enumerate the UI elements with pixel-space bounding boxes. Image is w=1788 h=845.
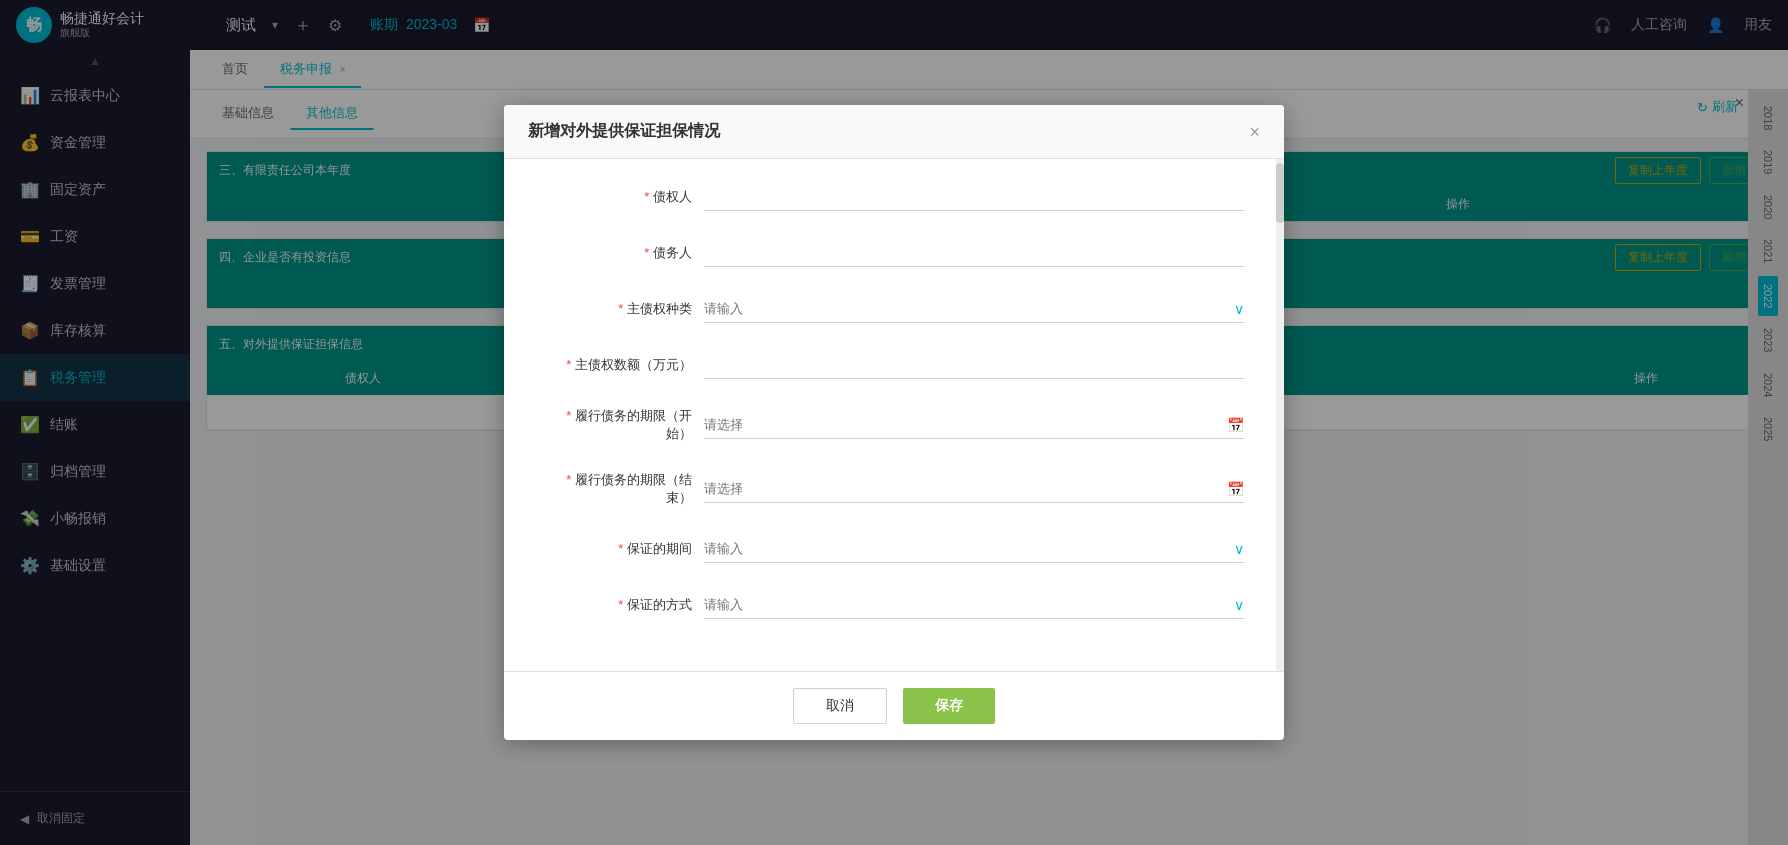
cancel-button[interactable]: 取消	[793, 688, 887, 724]
modal-title: 新增对外提供保证担保情况	[528, 121, 720, 142]
modal-header: 新增对外提供保证担保情况 ×	[504, 105, 1284, 159]
input-guarantee-period[interactable]	[704, 535, 1234, 562]
form-row-creditor-amount: * 主债权数额（万元）	[544, 351, 1244, 379]
modal-footer: 取消 保存	[504, 671, 1284, 740]
input-guarantee-method[interactable]	[704, 591, 1234, 618]
dropdown-arrow-guarantee-method: ∨	[1234, 597, 1244, 613]
modal-dialog: 新增对外提供保证担保情况 × * 债权人 * 债务人	[504, 105, 1284, 740]
required-star-debtor: *	[644, 245, 649, 260]
date-wrap-period-end[interactable]: 📅	[704, 475, 1244, 503]
input-creditor-type[interactable]	[704, 295, 1234, 322]
form-row-creditor: * 债权人	[544, 183, 1244, 211]
label-debtor: * 债务人	[544, 244, 704, 262]
form-row-creditor-type: * 主债权种类 ∨	[544, 295, 1244, 323]
input-debtor[interactable]	[704, 239, 1244, 267]
modal-overlay: 新增对外提供保证担保情况 × * 债权人 * 债务人	[0, 0, 1788, 845]
label-creditor: * 债权人	[544, 188, 704, 206]
dropdown-arrow-creditor-type: ∨	[1234, 301, 1244, 317]
modal-close-button[interactable]: ×	[1249, 123, 1260, 141]
dropdown-arrow-guarantee-period: ∨	[1234, 541, 1244, 557]
modal-body: * 债权人 * 债务人 * 主债权种	[504, 159, 1284, 671]
input-period-start[interactable]	[704, 411, 1227, 438]
form-row-guarantee-method: * 保证的方式 ∨	[544, 591, 1244, 619]
label-creditor-amount: * 主债权数额（万元）	[544, 356, 704, 374]
calendar-icon-period-start[interactable]: 📅	[1227, 417, 1244, 433]
select-wrap-guarantee-period[interactable]: ∨	[704, 535, 1244, 563]
select-wrap-creditor-type[interactable]: ∨	[704, 295, 1244, 323]
calendar-icon-period-end[interactable]: 📅	[1227, 481, 1244, 497]
form-row-guarantee-period: * 保证的期间 ∨	[544, 535, 1244, 563]
modal-scrollbar	[1276, 159, 1284, 671]
label-period-end: * 履行债务的期限（结束）	[544, 471, 704, 507]
required-star-creditor-type: *	[618, 301, 623, 316]
label-period-start: * 履行债务的期限（开始）	[544, 407, 704, 443]
date-wrap-period-start[interactable]: 📅	[704, 411, 1244, 439]
input-period-end[interactable]	[704, 475, 1227, 502]
required-star-creditor: *	[644, 189, 649, 204]
required-star-guarantee-method: *	[618, 597, 623, 612]
required-star-guarantee-period: *	[618, 541, 623, 556]
input-creditor-amount[interactable]	[704, 351, 1244, 379]
required-star-amount: *	[566, 357, 571, 372]
form-row-period-start: * 履行债务的期限（开始） 📅	[544, 407, 1244, 443]
select-wrap-guarantee-method[interactable]: ∨	[704, 591, 1244, 619]
scroll-thumb	[1276, 163, 1284, 223]
label-guarantee-method: * 保证的方式	[544, 596, 704, 614]
required-star-period-end: *	[566, 472, 571, 487]
required-star-period-start: *	[566, 408, 571, 423]
form-row-debtor: * 债务人	[544, 239, 1244, 267]
form-row-period-end: * 履行债务的期限（结束） 📅	[544, 471, 1244, 507]
save-button[interactable]: 保存	[903, 688, 995, 724]
modal-body-wrap: * 债权人 * 债务人 * 主债权种	[504, 159, 1284, 671]
label-creditor-type: * 主债权种类	[544, 300, 704, 318]
label-guarantee-period: * 保证的期间	[544, 540, 704, 558]
input-creditor[interactable]	[704, 183, 1244, 211]
